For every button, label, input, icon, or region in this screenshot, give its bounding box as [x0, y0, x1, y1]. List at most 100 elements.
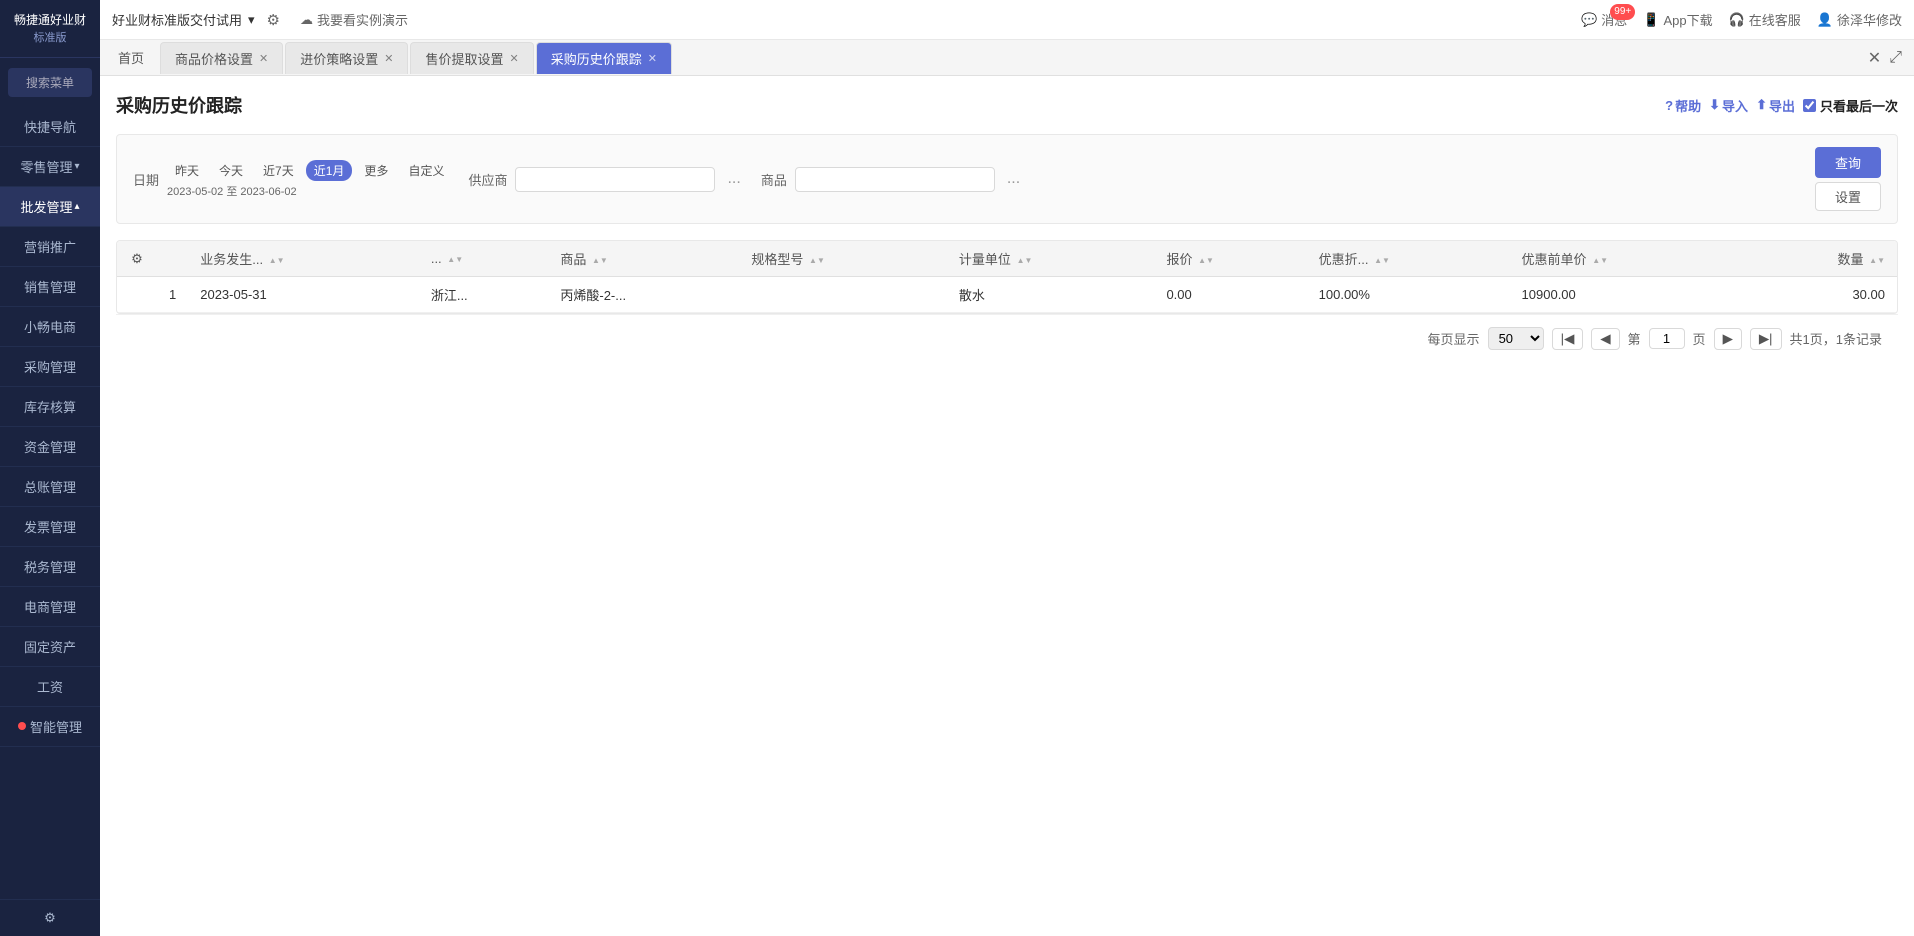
tab-close-all-button[interactable]: ✕ — [1868, 48, 1881, 68]
supplier-input[interactable] — [515, 167, 715, 192]
supplier-dots[interactable]: ... — [723, 170, 744, 188]
col-spec[interactable]: 规格型号 ▲▼ — [739, 241, 947, 277]
tab-purchase-history-label: 采购历史价跟踪 — [551, 49, 642, 68]
col-gear[interactable]: ⚙ — [117, 241, 157, 277]
smart-dot-indicator — [18, 722, 26, 730]
col-unit[interactable]: 计量单位 ▲▼ — [947, 241, 1155, 277]
sort-qty-icon: ▲▼ — [1869, 256, 1885, 265]
tab-sale-price-close[interactable]: ✕ — [510, 52, 519, 65]
tab-home[interactable]: 首页 — [104, 42, 158, 74]
sidebar-item-purchase[interactable]: 采购管理 — [0, 347, 100, 387]
pagination-first-button[interactable]: |◀ — [1552, 328, 1584, 350]
version-dropdown-icon[interactable]: ▾ — [248, 12, 255, 28]
demo-button[interactable]: ☁ 我要看实例演示 — [300, 10, 408, 29]
version-selector[interactable]: 好业财标准版交付试用 ▾ — [112, 10, 255, 29]
sidebar-item-smart[interactable]: 智能管理 — [0, 707, 100, 747]
sidebar-gear-button[interactable]: ⚙ — [0, 899, 100, 936]
sidebar-item-salary[interactable]: 工资 — [0, 667, 100, 707]
sidebar-item-invoice[interactable]: 发票管理 — [0, 507, 100, 547]
pagination-prev-button[interactable]: ◀ — [1591, 328, 1619, 350]
support-button[interactable]: 🎧 在线客服 — [1729, 10, 1801, 29]
tab-sale-price[interactable]: 售价提取设置 ✕ — [410, 42, 533, 74]
supplier-filter-group: 供应商 ... — [468, 167, 744, 192]
pagination-last-button[interactable]: ▶| — [1750, 328, 1782, 350]
tab-purchase-strategy[interactable]: 进价策略设置 ✕ — [285, 42, 408, 74]
tab-purchase-history[interactable]: 采购历史价跟踪 ✕ — [536, 42, 672, 74]
message-button[interactable]: 💬 消息 99+ — [1581, 10, 1627, 29]
col-pre-discount-price[interactable]: 优惠前单价 ▲▼ — [1510, 241, 1745, 277]
search-menu-button[interactable]: 搜索菜单 — [8, 68, 92, 97]
help-icon: ? — [1665, 98, 1673, 113]
goods-input[interactable] — [795, 167, 995, 192]
sidebar-item-marketing[interactable]: 营销推广 — [0, 227, 100, 267]
goods-dots[interactable]: ... — [1003, 170, 1024, 188]
app-icon: 📱 — [1643, 12, 1659, 28]
sidebar-item-finance[interactable]: 资金管理 — [0, 427, 100, 467]
app-edition: 标准版 — [8, 29, 92, 45]
import-link[interactable]: ⬇ 导入 — [1709, 96, 1748, 115]
date-option-more[interactable]: 更多 — [356, 160, 396, 181]
tab-price-settings-close[interactable]: ✕ — [259, 52, 268, 65]
col-more[interactable]: ... ▲▼ — [419, 241, 549, 277]
message-badge: 99+ — [1610, 4, 1635, 20]
sidebar-item-ecommerce-small[interactable]: 小畅电商 — [0, 307, 100, 347]
only-last-checkbox[interactable] — [1803, 99, 1816, 112]
sidebar-item-sales[interactable]: 销售管理 — [0, 267, 100, 307]
sort-more-icon: ▲▼ — [447, 255, 463, 264]
sidebar-item-wholesale[interactable]: 批发管理 ▴ — [0, 187, 100, 227]
col-bizdate[interactable]: 业务发生... ▲▼ — [188, 241, 419, 277]
per-page-select[interactable]: 50 10 20 100 — [1488, 327, 1544, 350]
date-option-today[interactable]: 今天 — [211, 160, 251, 181]
topbar-settings-icon[interactable]: ⚙ — [267, 11, 280, 29]
tab-price-settings[interactable]: 商品价格设置 ✕ — [160, 42, 283, 74]
export-link[interactable]: ⬆ 导出 — [1756, 96, 1795, 115]
sort-unit-icon: ▲▼ — [1017, 256, 1033, 265]
sidebar-item-inventory[interactable]: 库存核算 — [0, 387, 100, 427]
date-option-yesterday[interactable]: 昨天 — [167, 160, 207, 181]
col-goods[interactable]: 商品 ▲▼ — [548, 241, 739, 277]
cloud-icon: ☁ — [300, 12, 313, 28]
sidebar-item-tax[interactable]: 税务管理 — [0, 547, 100, 587]
pagination-summary: 共1页，1条记录 — [1790, 329, 1882, 348]
date-options: 昨天 今天 近7天 近1月 更多 自定义 — [167, 160, 452, 181]
date-range-display: 2023-05-02 至 2023-06-02 — [167, 183, 452, 199]
tab-purchase-history-close[interactable]: ✕ — [648, 52, 657, 65]
sidebar-item-retail[interactable]: 零售管理 ▾ — [0, 147, 100, 187]
page-title: 采购历史价跟踪 — [116, 92, 242, 118]
sidebar-item-assets[interactable]: 固定资产 — [0, 627, 100, 667]
tab-expand-button[interactable]: ⤢ — [1889, 49, 1902, 67]
col-qty[interactable]: 数量 ▲▼ — [1745, 241, 1897, 277]
sidebar-item-ledger[interactable]: 总账管理 — [0, 467, 100, 507]
pagination-next-button[interactable]: ▶ — [1714, 328, 1742, 350]
app-download-button[interactable]: 📱 App下载 — [1643, 10, 1712, 29]
col-quote[interactable]: 报价 ▲▼ — [1154, 241, 1306, 277]
help-link[interactable]: ? 帮助 — [1665, 96, 1701, 115]
page-input[interactable] — [1649, 328, 1685, 349]
table-row: 1 2023-05-31 浙江... 丙烯酸-2-... 散水 0.00 100… — [117, 277, 1897, 313]
date-option-custom[interactable]: 自定义 — [400, 160, 452, 181]
filter-settings-button[interactable]: 设置 — [1815, 182, 1881, 211]
message-icon: 💬 — [1581, 12, 1597, 28]
sidebar-logo: 畅捷通好业财 标准版 — [0, 0, 100, 58]
sidebar-item-ecommerce[interactable]: 电商管理 — [0, 587, 100, 627]
table-header-row: ⚙ 业务发生... ▲▼ ... ▲▼ 商品 ▲▼ — [117, 241, 1897, 277]
sidebar-item-quick-nav[interactable]: 快捷导航 — [0, 107, 100, 147]
user-button[interactable]: 👤 徐泽华修改 — [1817, 10, 1902, 29]
col-discount[interactable]: 优惠折... ▲▼ — [1307, 241, 1510, 277]
query-button[interactable]: 查询 — [1815, 147, 1881, 178]
tab-price-settings-label: 商品价格设置 — [175, 49, 253, 68]
sort-discount-icon: ▲▼ — [1374, 256, 1390, 265]
page-title-row: 采购历史价跟踪 ? 帮助 ⬇ 导入 ⬆ 导出 只看最后一次 — [116, 92, 1898, 118]
tab-purchase-strategy-close[interactable]: ✕ — [384, 52, 393, 65]
date-option-7days[interactable]: 近7天 — [255, 160, 302, 181]
only-last-checkbox-label[interactable]: 只看最后一次 — [1803, 96, 1898, 115]
date-option-1month[interactable]: 近1月 — [306, 160, 353, 181]
cell-bizdate: 2023-05-31 — [188, 277, 419, 313]
retail-expand-icon: ▾ — [74, 161, 79, 172]
sidebar-search-area[interactable]: 搜索菜单 — [0, 58, 100, 107]
wholesale-expand-icon: ▴ — [74, 201, 79, 212]
export-icon: ⬆ — [1756, 97, 1767, 113]
sort-spec-icon: ▲▼ — [809, 256, 825, 265]
cell-qty: 30.00 — [1745, 277, 1897, 313]
filter-bar: 日期 昨天 今天 近7天 近1月 更多 自定义 2023-05-02 至 202… — [116, 134, 1898, 224]
